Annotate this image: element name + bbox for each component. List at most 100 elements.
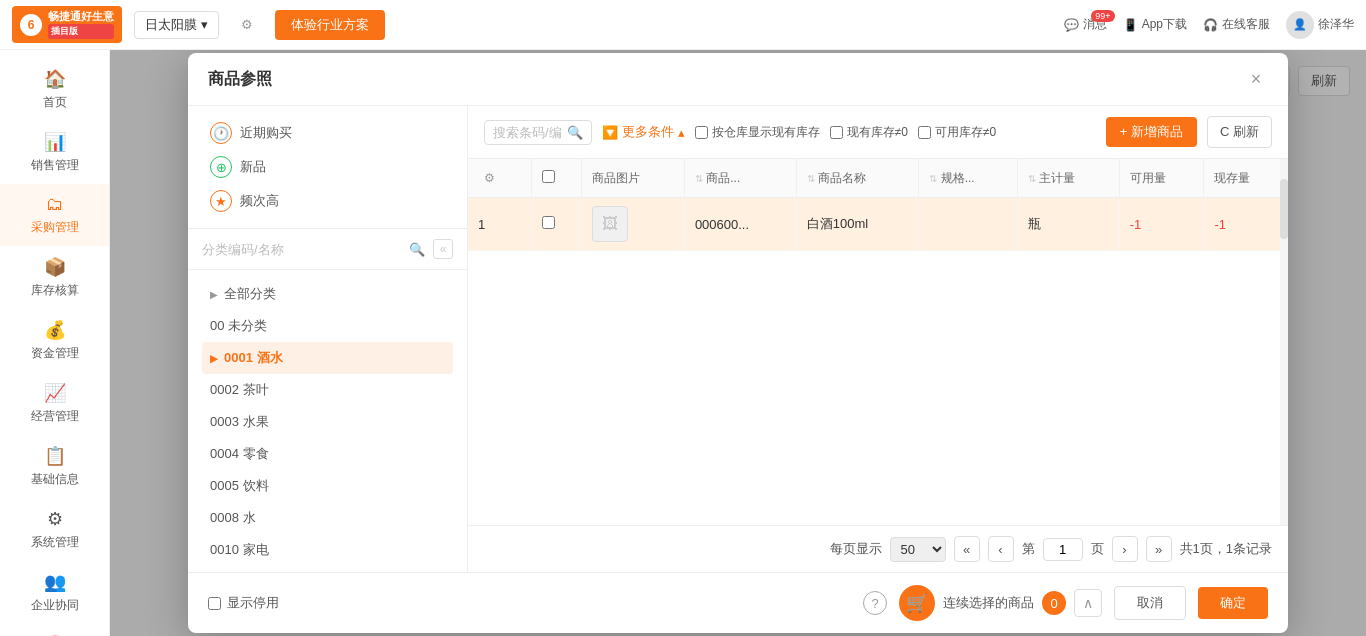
column-settings-icon[interactable]: ⚙	[478, 167, 500, 189]
col-stock-header[interactable]: 现存量	[1204, 159, 1288, 198]
sidebar-item-home[interactable]: 🏠 首页	[0, 58, 109, 121]
checkbox-stock[interactable]	[830, 126, 843, 139]
col-available-header[interactable]: 可用量	[1119, 159, 1204, 198]
new-icon: ⊕	[210, 156, 232, 178]
page-text: 第	[1022, 540, 1035, 558]
nav-user[interactable]: 👤 徐泽华	[1286, 11, 1354, 39]
nav-support[interactable]: 🎧 在线客服	[1203, 16, 1270, 33]
col-spec-header[interactable]: ⇅ 规格...	[919, 159, 1018, 198]
nav-message[interactable]: 💬 消息 99+	[1064, 16, 1107, 33]
sidebar-item-purchase[interactable]: 🗂 采购管理	[0, 184, 109, 246]
sidebar-item-system[interactable]: ⚙ 系统管理	[0, 498, 109, 561]
sidebar-item-finance[interactable]: 💰 资金管理	[0, 309, 109, 372]
search-icon[interactable]: 🔍	[409, 242, 425, 257]
collapse-left-btn[interactable]: «	[433, 239, 453, 259]
page-input[interactable]	[1043, 538, 1083, 561]
cat-tea[interactable]: 0002 茶叶	[202, 374, 453, 406]
cat-appliance[interactable]: 0010 家电	[202, 534, 453, 566]
stock-icon: 📦	[44, 256, 66, 278]
table-scrollbar[interactable]	[1280, 159, 1288, 525]
add-product-btn[interactable]: + 新增商品	[1106, 117, 1197, 147]
col-image-header: 商品图片	[582, 159, 685, 198]
checkbox-available[interactable]	[918, 126, 931, 139]
nav-app-download[interactable]: 📱 App下载	[1123, 16, 1187, 33]
cat-all[interactable]: ▶ 全部分类	[202, 278, 453, 310]
quick-new[interactable]: ⊕ 新品	[202, 150, 453, 184]
confirm-btn[interactable]: 确定	[1198, 587, 1268, 619]
dropdown-icon: ▾	[201, 17, 208, 32]
sidebar-item-stock[interactable]: 📦 库存核算	[0, 246, 109, 309]
row-checkbox[interactable]	[531, 198, 582, 251]
modal-body: 🕐 近期购买 ⊕ 新品 ★ 频次高	[188, 106, 1288, 572]
per-page-select[interactable]: 50 100 200	[890, 537, 946, 562]
col-settings[interactable]: ⚙	[468, 159, 531, 198]
row-image: 🖼	[582, 198, 685, 251]
cat-liquor[interactable]: ▶ 0001 酒水	[202, 342, 453, 374]
col-checkbox-header[interactable]	[531, 159, 582, 198]
product-search-input[interactable]	[493, 125, 561, 140]
sidebar-item-guide[interactable]: 🎯 新手引导	[0, 624, 109, 636]
refresh-btn[interactable]: C 刷新	[1207, 116, 1272, 148]
sidebar-item-basic-info[interactable]: 📋 基础信息	[0, 435, 109, 498]
cat-arrow-all: ▶	[210, 289, 218, 300]
cat-beverage[interactable]: 0005 饮料	[202, 470, 453, 502]
search-icon2[interactable]: 🔍	[567, 125, 583, 140]
cat-snack[interactable]: 0004 零食	[202, 438, 453, 470]
col-name-header[interactable]: ⇅ 商品名称	[796, 159, 919, 198]
cat-uncategorized[interactable]: 00 未分类	[202, 310, 453, 342]
finance-icon: 💰	[44, 319, 66, 341]
cat-fruit[interactable]: 0003 水果	[202, 406, 453, 438]
management-icon: 📈	[44, 382, 66, 404]
page-first-btn[interactable]: «	[954, 536, 980, 562]
category-search-input[interactable]	[202, 242, 401, 257]
checkbox-stock-label[interactable]: 现有库存≠0	[830, 124, 908, 141]
show-disabled-checkbox[interactable]	[208, 597, 221, 610]
nav-selector[interactable]: 日太阳膜 ▾	[134, 11, 219, 39]
sales-icon: 📊	[44, 131, 66, 153]
collapse-cart-btn[interactable]: ∧	[1074, 589, 1102, 617]
filter-btn[interactable]: 🔽 更多条件 ▴	[602, 123, 685, 141]
modal-title: 商品参照	[208, 69, 272, 90]
sidebar-item-sales[interactable]: 📊 销售管理	[0, 121, 109, 184]
quick-recent[interactable]: 🕐 近期购买	[202, 116, 453, 150]
scrollbar-thumb[interactable]	[1280, 179, 1288, 239]
top-nav: 6 畅捷通好生意 插目版 日太阳膜 ▾ ⚙ 体验行业方案 💬 消息 99+ 📱 …	[0, 0, 1366, 50]
sort-icon: ⇅	[695, 173, 703, 184]
cancel-btn[interactable]: 取消	[1114, 586, 1186, 620]
checkbox-warehouse[interactable]	[695, 126, 708, 139]
cart-area: 🛒 连续选择的商品 0 ∧	[899, 585, 1102, 621]
nav-settings-btn[interactable]: ⚙	[231, 9, 263, 41]
sort-icon3: ⇅	[929, 173, 937, 184]
checkbox-available-label[interactable]: 可用库存≠0	[918, 124, 996, 141]
page-prev-btn[interactable]: ‹	[988, 536, 1014, 562]
row-available: -1	[1119, 198, 1204, 251]
page-last-btn[interactable]: »	[1146, 536, 1172, 562]
trial-btn[interactable]: 体验行业方案	[275, 10, 385, 40]
col-code-header[interactable]: ⇅ 商品...	[684, 159, 796, 198]
sidebar-item-enterprise[interactable]: 👥 企业协同	[0, 561, 109, 624]
message-badge: 99+	[1091, 10, 1114, 22]
cart-count: 0	[1042, 591, 1066, 615]
clock-icon: 🕐	[210, 122, 232, 144]
page-next-btn[interactable]: ›	[1112, 536, 1138, 562]
sidebar-item-management[interactable]: 📈 经营管理	[0, 372, 109, 435]
product-search-box[interactable]: 🔍	[484, 120, 592, 145]
select-all-checkbox[interactable]	[542, 170, 555, 183]
show-disabled-label[interactable]: 显示停用	[208, 594, 279, 612]
row-select-checkbox[interactable]	[542, 216, 555, 229]
cat-water[interactable]: 0008 水	[202, 502, 453, 534]
col-unit-header[interactable]: ⇅ 主计量	[1018, 159, 1120, 198]
row-unit: 瓶	[1018, 198, 1120, 251]
logo-badge: 插目版	[48, 24, 114, 39]
help-btn[interactable]: ?	[863, 591, 887, 615]
nav-right: 💬 消息 99+ 📱 App下载 🎧 在线客服 👤 徐泽华	[1064, 11, 1354, 39]
filter-up-icon: ▴	[678, 125, 685, 140]
checkbox-warehouse-label[interactable]: 按仓库显示现有库存	[695, 124, 820, 141]
quick-access: 🕐 近期购买 ⊕ 新品 ★ 频次高	[188, 106, 467, 229]
table-row[interactable]: 1 🖼 000600...	[468, 198, 1288, 251]
cart-icon[interactable]: 🛒	[899, 585, 935, 621]
modal-close-btn[interactable]: ×	[1244, 67, 1268, 91]
logo[interactable]: 6 畅捷通好生意 插目版	[12, 6, 122, 42]
logo-text: 畅捷通好生意	[48, 10, 114, 23]
quick-frequent[interactable]: ★ 频次高	[202, 184, 453, 218]
